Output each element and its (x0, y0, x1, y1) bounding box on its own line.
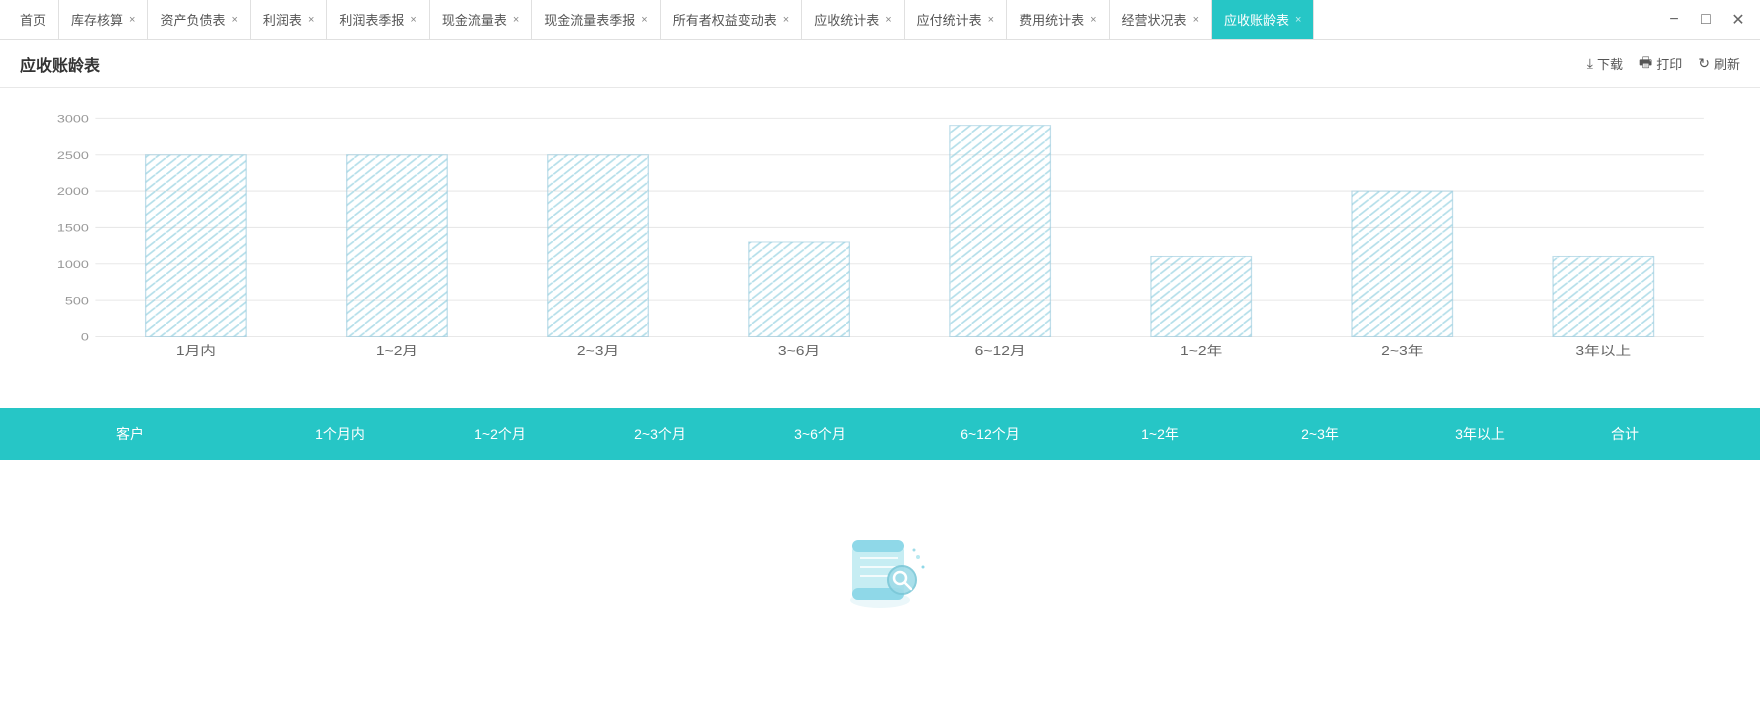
page-title: 应收账龄表 (20, 52, 100, 76)
tab-bar: 首页库存核算×资产负债表×利润表×利润表季报×现金流量表×现金流量表季报×所有者… (0, 0, 1760, 40)
table-header-cell: 1~2个月 (420, 424, 580, 444)
tab-receivable-aging[interactable]: 应收账龄表× (1212, 0, 1314, 40)
close-tab-icon[interactable]: × (783, 14, 789, 26)
tab-equity-change[interactable]: 所有者权益变动表× (661, 0, 802, 40)
close-tab-icon[interactable]: × (231, 14, 237, 26)
maximize-button[interactable]: □ (1692, 6, 1720, 34)
chart-area: 0 500 1000 1500 2000 2500 3000 1月内 1~2月 2~3月 3~6月 6… (30, 108, 1730, 378)
tab-balance-sheet[interactable]: 资产负债表× (148, 0, 250, 40)
chart-container: 0 500 1000 1500 2000 2500 3000 1月内 1~2月 2~3月 3~6月 6… (0, 88, 1760, 408)
tab-home[interactable]: 首页 (8, 0, 59, 40)
close-tab-icon[interactable]: × (885, 14, 891, 26)
table-header-cell: 3年以上 (1400, 424, 1560, 444)
tab-bar-actions: − □ ✕ (1660, 6, 1752, 34)
page-content: 应收账龄表 ⤓ 下载 🖶 打印 ↻ 刷新 0 500 1000 1500 2000 250… (0, 40, 1760, 720)
tab-operation[interactable]: 经营状况表× (1110, 0, 1212, 40)
minimize-button[interactable]: − (1660, 6, 1688, 34)
close-tab-icon[interactable]: × (1090, 14, 1096, 26)
svg-text:1~2月: 1~2月 (376, 345, 418, 359)
close-tab-icon[interactable]: × (988, 14, 994, 26)
svg-text:2~3年: 2~3年 (1381, 345, 1423, 359)
tab-cashflow[interactable]: 现金流量表× (430, 0, 532, 40)
bar-chart: 0 500 1000 1500 2000 2500 3000 1月内 1~2月 2~3月 3~6月 6… (30, 108, 1730, 378)
refresh-icon: ↻ (1698, 55, 1710, 72)
tab-expense-stat[interactable]: 费用统计表× (1007, 0, 1109, 40)
close-tab-icon[interactable]: × (410, 14, 416, 26)
close-tab-icon[interactable]: × (1193, 14, 1199, 26)
print-button[interactable]: 🖶 打印 (1639, 52, 1682, 76)
header-actions: ⤓ 下载 🖶 打印 ↻ 刷新 (1587, 52, 1740, 76)
svg-text:2500: 2500 (57, 148, 89, 161)
close-tab-icon[interactable]: × (641, 14, 647, 26)
close-tab-icon[interactable]: × (308, 14, 314, 26)
download-button[interactable]: ⤓ 下载 (1587, 54, 1623, 73)
svg-text:3000: 3000 (57, 112, 89, 125)
print-icon: 🖶 (1639, 52, 1652, 76)
table-header-cell: 合计 (1560, 424, 1690, 444)
svg-text:1~2年: 1~2年 (1180, 345, 1222, 359)
table-header-cell: 客户 (0, 424, 260, 444)
table-header-cell: 3~6个月 (740, 424, 900, 444)
table-header-cell: 6~12个月 (900, 424, 1080, 444)
table-header-cell: 1~2年 (1080, 424, 1240, 444)
close-tab-icon[interactable]: × (1295, 14, 1301, 26)
svg-text:500: 500 (65, 294, 89, 307)
svg-text:1500: 1500 (57, 221, 89, 234)
tab-cashflow-quarterly[interactable]: 现金流量表季报× (532, 0, 660, 40)
empty-state (0, 460, 1760, 720)
svg-text:0: 0 (81, 330, 89, 343)
svg-text:1月内: 1月内 (176, 345, 216, 359)
svg-text:6~12月: 6~12月 (975, 345, 1026, 359)
tab-profit-loss[interactable]: 利润表× (251, 0, 327, 40)
close-window-button[interactable]: ✕ (1724, 6, 1752, 34)
close-tab-icon[interactable]: × (513, 14, 519, 26)
svg-text:3~6月: 3~6月 (778, 345, 820, 359)
table-header-cell: 2~3个月 (580, 424, 740, 444)
table-header-cell: 2~3年 (1240, 424, 1400, 444)
close-tab-icon[interactable]: × (129, 14, 135, 26)
tab-inventory[interactable]: 库存核算× (59, 0, 148, 40)
download-icon: ⤓ (1587, 55, 1593, 72)
svg-text:3年以上: 3年以上 (1575, 345, 1631, 359)
empty-icon (830, 525, 930, 615)
refresh-button[interactable]: ↻ 刷新 (1698, 54, 1740, 73)
tab-profit-quarterly[interactable]: 利润表季报× (327, 0, 429, 40)
svg-text:2~3月: 2~3月 (577, 345, 619, 359)
tab-receivable-stat[interactable]: 应收统计表× (802, 0, 904, 40)
svg-text:1000: 1000 (57, 257, 89, 270)
svg-text:2000: 2000 (57, 185, 89, 198)
page-header: 应收账龄表 ⤓ 下载 🖶 打印 ↻ 刷新 (0, 40, 1760, 88)
tab-payable-stat[interactable]: 应付统计表× (905, 0, 1007, 40)
table-header-cell: 1个月内 (260, 424, 420, 444)
table-header: 客户1个月内1~2个月2~3个月3~6个月6~12个月1~2年2~3年3年以上合… (0, 408, 1760, 460)
